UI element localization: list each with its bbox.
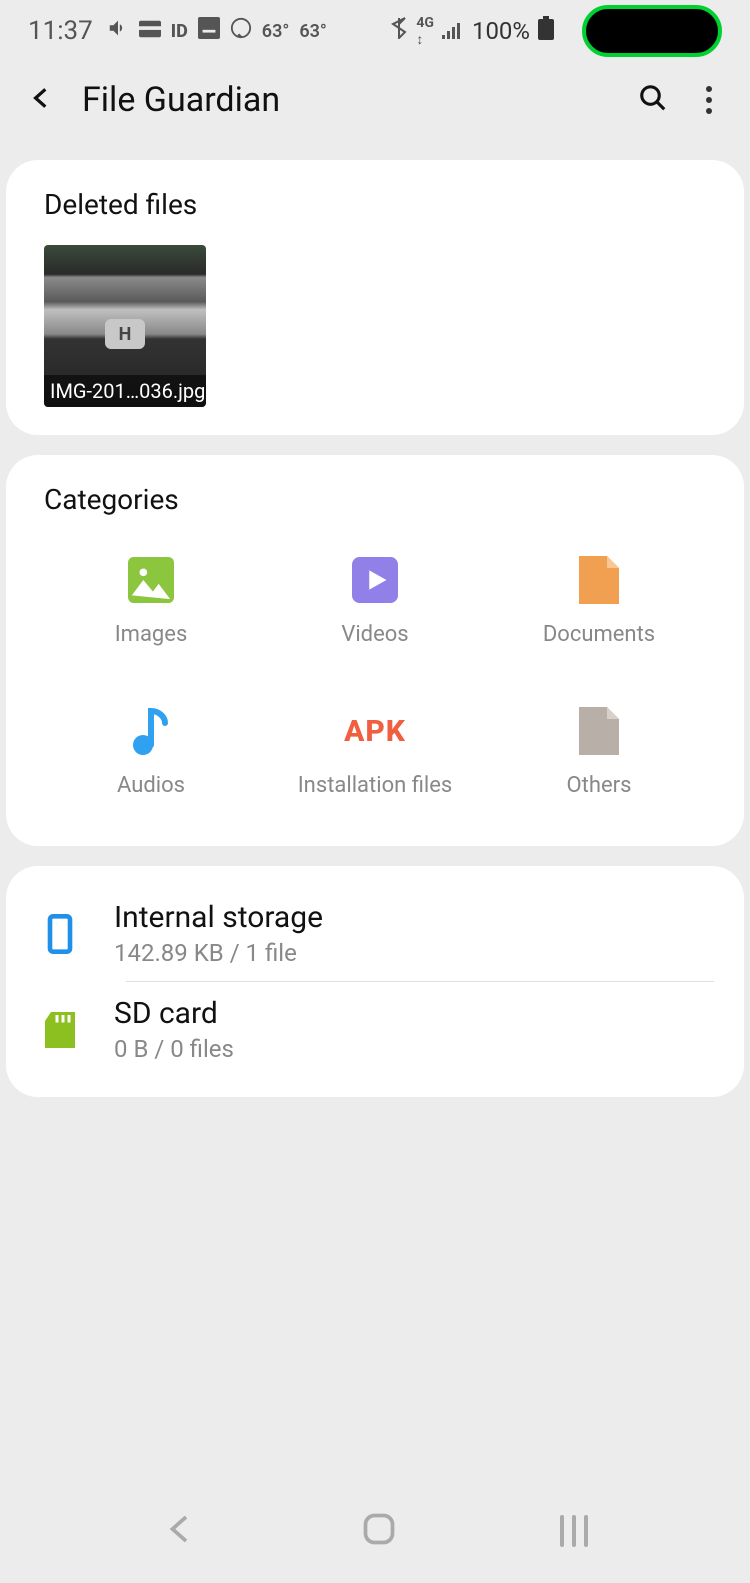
phone-icon xyxy=(40,914,80,954)
category-label: Installation files xyxy=(298,773,453,798)
category-label: Others xyxy=(567,773,632,798)
signal-icon xyxy=(442,17,464,45)
deleted-files-title: Deleted files xyxy=(44,188,706,221)
category-others[interactable]: Others xyxy=(492,707,706,798)
category-label: Images xyxy=(115,622,188,647)
more-options-button[interactable] xyxy=(696,86,722,114)
weather-temp-1: 63° xyxy=(262,21,290,42)
nav-recents[interactable] xyxy=(560,1515,588,1547)
thumbnail-logo: H xyxy=(105,319,145,349)
sd-card-title: SD card xyxy=(114,996,234,1031)
category-documents[interactable]: Documents xyxy=(492,556,706,647)
thumbnail-filename: IMG-201…036.jpg xyxy=(44,375,206,407)
deleted-file-thumbnail[interactable]: H IMG-201…036.jpg xyxy=(44,245,206,407)
internal-storage-title: Internal storage xyxy=(114,900,323,935)
status-icons-right: 4G↕ 100% xyxy=(390,5,722,57)
deleted-files-card: Deleted files H IMG-201…036.jpg xyxy=(6,160,744,435)
back-button[interactable] xyxy=(28,85,54,115)
categories-title: Categories xyxy=(44,483,706,516)
documents-icon xyxy=(575,556,623,604)
category-videos[interactable]: Videos xyxy=(268,556,482,647)
status-time: 11:37 xyxy=(28,16,93,46)
category-label: Documents xyxy=(543,622,655,647)
search-button[interactable] xyxy=(638,83,668,117)
weather-temp-2: 63° xyxy=(299,21,327,42)
images-icon xyxy=(127,556,175,604)
category-images[interactable]: Images xyxy=(44,556,258,647)
audios-icon xyxy=(127,707,175,755)
category-label: Audios xyxy=(117,773,185,798)
navigation-bar xyxy=(0,1491,750,1571)
apk-icon: APK xyxy=(351,707,399,755)
storage-card: Internal storage 142.89 KB / 1 file SD c… xyxy=(6,866,744,1097)
category-label: Videos xyxy=(341,622,408,647)
others-icon xyxy=(575,707,623,755)
page-title: File Guardian xyxy=(82,80,610,120)
card-icon xyxy=(139,19,161,44)
battery-pct: 100% xyxy=(472,17,530,45)
bluetooth-icon xyxy=(390,17,408,45)
volume-icon xyxy=(107,17,129,45)
categories-card: Categories Images Videos Documents Audio… xyxy=(6,455,744,846)
internal-storage-row[interactable]: Internal storage 142.89 KB / 1 file xyxy=(36,886,714,981)
status-icons-left: ID 63° 63° xyxy=(107,17,327,45)
whatsapp-icon xyxy=(230,17,252,45)
sd-card-sub: 0 B / 0 files xyxy=(114,1035,234,1063)
nav-back[interactable] xyxy=(162,1511,198,1551)
videos-icon xyxy=(351,556,399,604)
app-header: File Guardian xyxy=(0,60,750,150)
category-installation-files[interactable]: APK Installation files xyxy=(268,707,482,798)
camera-cutout xyxy=(582,5,722,57)
category-audios[interactable]: Audios xyxy=(44,707,258,798)
status-bar: 11:37 ID 63° 63° 4G↕ 100% xyxy=(0,0,750,60)
4g-data-icon: 4G↕ xyxy=(416,15,434,48)
sd-card-row[interactable]: SD card 0 B / 0 files xyxy=(36,982,714,1077)
nav-home[interactable] xyxy=(361,1511,397,1551)
id-icon: ID xyxy=(171,21,188,42)
sdcard-icon xyxy=(40,1010,80,1050)
battery-icon xyxy=(538,16,554,46)
internal-storage-sub: 142.89 KB / 1 file xyxy=(114,939,323,967)
picture-icon xyxy=(198,17,220,45)
